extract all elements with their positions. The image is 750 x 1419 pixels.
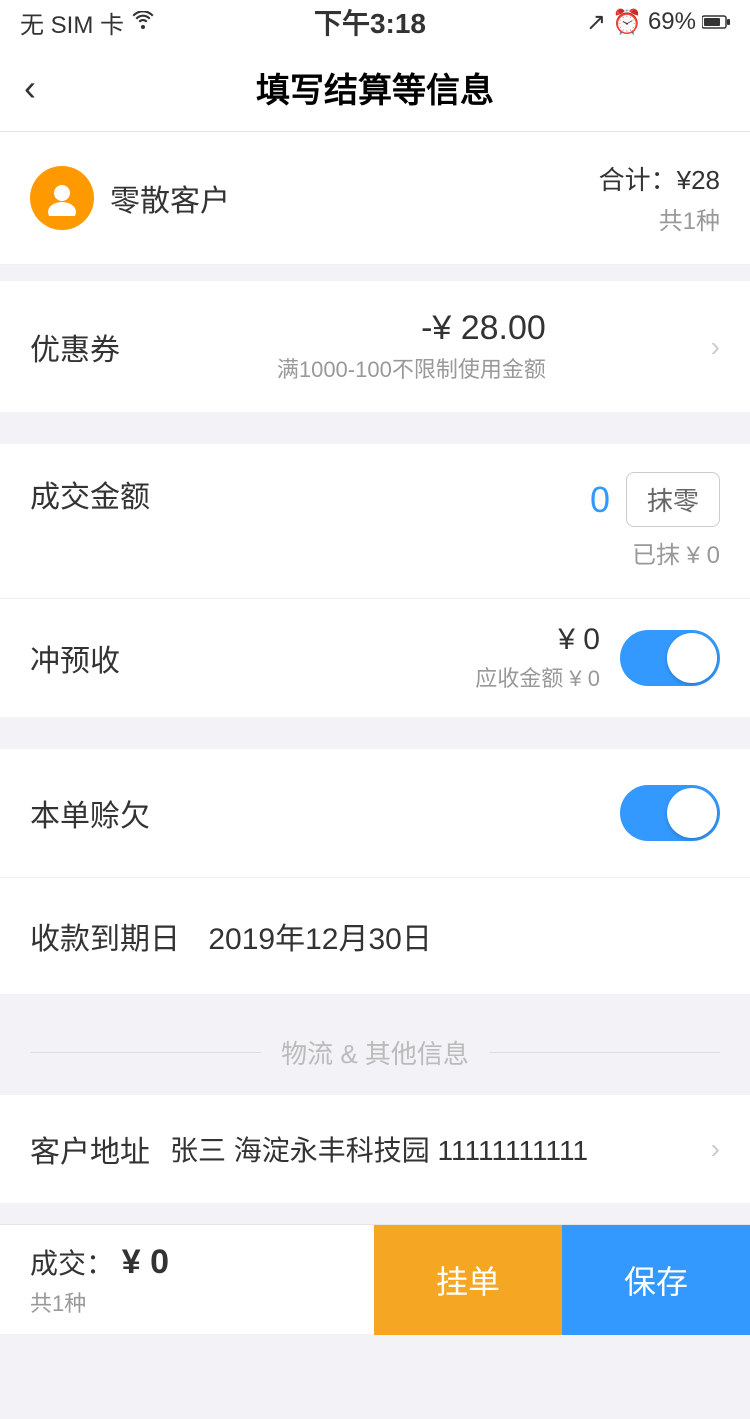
customer-name: 零散客户 [110,176,230,220]
nav-title: 填写结算等信息 [256,63,494,112]
address-label: 客户地址 [30,1127,150,1171]
location-icon: ↗ [586,8,606,37]
transaction-section: 成交金额 0 抹零 已抹 ¥ 0 冲预收 ¥ 0 应收金额 ¥ 0 [0,444,750,717]
nav-bar: ‹ 填写结算等信息 [0,44,750,132]
advance-label: 冲预收 [30,636,120,680]
logistics-text: 物流 & 其他信息 [281,1034,469,1071]
toggle-knob [667,633,717,683]
customer-right: 合计：¥28 共1种 [599,160,720,236]
already-rounded: 已抹 ¥ 0 [30,535,720,570]
wifi-icon [132,8,154,36]
advance-amount: ¥ 0 [475,623,600,657]
status-left: 无 SIM 卡 [20,5,154,40]
due-date-row: 收款到期日 2019年12月30日 [0,877,750,994]
address-row[interactable]: 客户地址 张三 海淀永丰科技园 11111111111 › [0,1095,750,1203]
address-chevron: › [711,1133,720,1165]
bottom-deal-amount: ¥ 0 [122,1243,169,1281]
advance-right: ¥ 0 应收金额 ¥ 0 [475,623,720,693]
no-sim-text: 无 SIM 卡 [20,5,124,40]
battery-text: 69% [648,8,696,36]
logistics-line-right [489,1052,720,1053]
due-date-value: 2019年12月30日 [208,923,431,956]
coupon-section[interactable]: 优惠券 -¥ 28.00 满1000-100不限制使用金额 › [0,281,750,412]
bottom-deal-label: 成交： [30,1248,114,1279]
logistics-line-left [30,1052,261,1053]
customer-left: 零散客户 [30,166,230,230]
due-date-label: 收款到期日 [30,923,180,956]
advance-toggle[interactable] [620,630,720,686]
round-zero-button[interactable]: 抹零 [626,472,720,527]
advance-amount-block: ¥ 0 应收金额 ¥ 0 [475,623,600,693]
debt-toggle-knob [667,788,717,838]
item-count: 共1种 [599,201,720,236]
coupon-right: -¥ 28.00 满1000-100不限制使用金额 [277,309,546,384]
transaction-row: 成交金额 0 抹零 [30,472,720,527]
debt-label: 本单赊欠 [30,791,150,835]
transaction-label: 成交金额 [30,472,150,516]
status-time: 下午3:18 [314,2,426,42]
status-right: ↗ ⏰ 69% [586,8,730,37]
divider-2 [0,733,750,749]
coupon-desc: 满1000-100不限制使用金额 [277,352,546,384]
battery-icon [702,8,730,36]
bottom-deal-row: 成交： ¥ 0 [30,1242,344,1282]
transaction-row-container: 成交金额 0 抹零 已抹 ¥ 0 [0,444,750,598]
bottom-count: 共1种 [30,1286,344,1318]
customer-avatar [30,166,94,230]
coupon-row[interactable]: 优惠券 -¥ 28.00 满1000-100不限制使用金额 › [0,281,750,412]
divider-1 [0,428,750,444]
coupon-chevron: › [711,331,720,363]
save-button[interactable]: 保存 [562,1225,750,1335]
debt-section: 本单赊欠 收款到期日 2019年12月30日 [0,749,750,994]
customer-section: 零散客户 合计：¥28 共1种 [0,132,750,265]
customer-row: 零散客户 合计：¥28 共1种 [0,132,750,265]
back-button[interactable]: ‹ [24,67,36,109]
bottom-info: 成交： ¥ 0 共1种 [0,1242,374,1318]
transaction-right: 0 抹零 [570,472,720,527]
address-value: 张三 海淀永丰科技园 11111111111 [170,1129,703,1169]
transaction-amount[interactable]: 0 [570,479,610,521]
bottom-bar: 成交： ¥ 0 共1种 挂单 保存 [0,1224,750,1334]
alarm-icon: ⏰ [612,8,642,37]
coupon-label: 优惠券 [30,325,120,369]
hangup-button[interactable]: 挂单 [374,1225,562,1335]
coupon-discount: -¥ 28.00 [277,309,546,348]
debt-row: 本单赊欠 [0,749,750,877]
logistics-divider: 物流 & 其他信息 [0,1010,750,1095]
total-amount: 合计：¥28 [599,160,720,197]
status-bar: 无 SIM 卡 下午3:18 ↗ ⏰ 69% [0,0,750,44]
debt-toggle[interactable] [620,785,720,841]
address-section[interactable]: 客户地址 张三 海淀永丰科技园 11111111111 › [0,1095,750,1203]
advance-row: 冲预收 ¥ 0 应收金额 ¥ 0 [0,598,750,717]
advance-receivable: 应收金额 ¥ 0 [475,661,600,693]
